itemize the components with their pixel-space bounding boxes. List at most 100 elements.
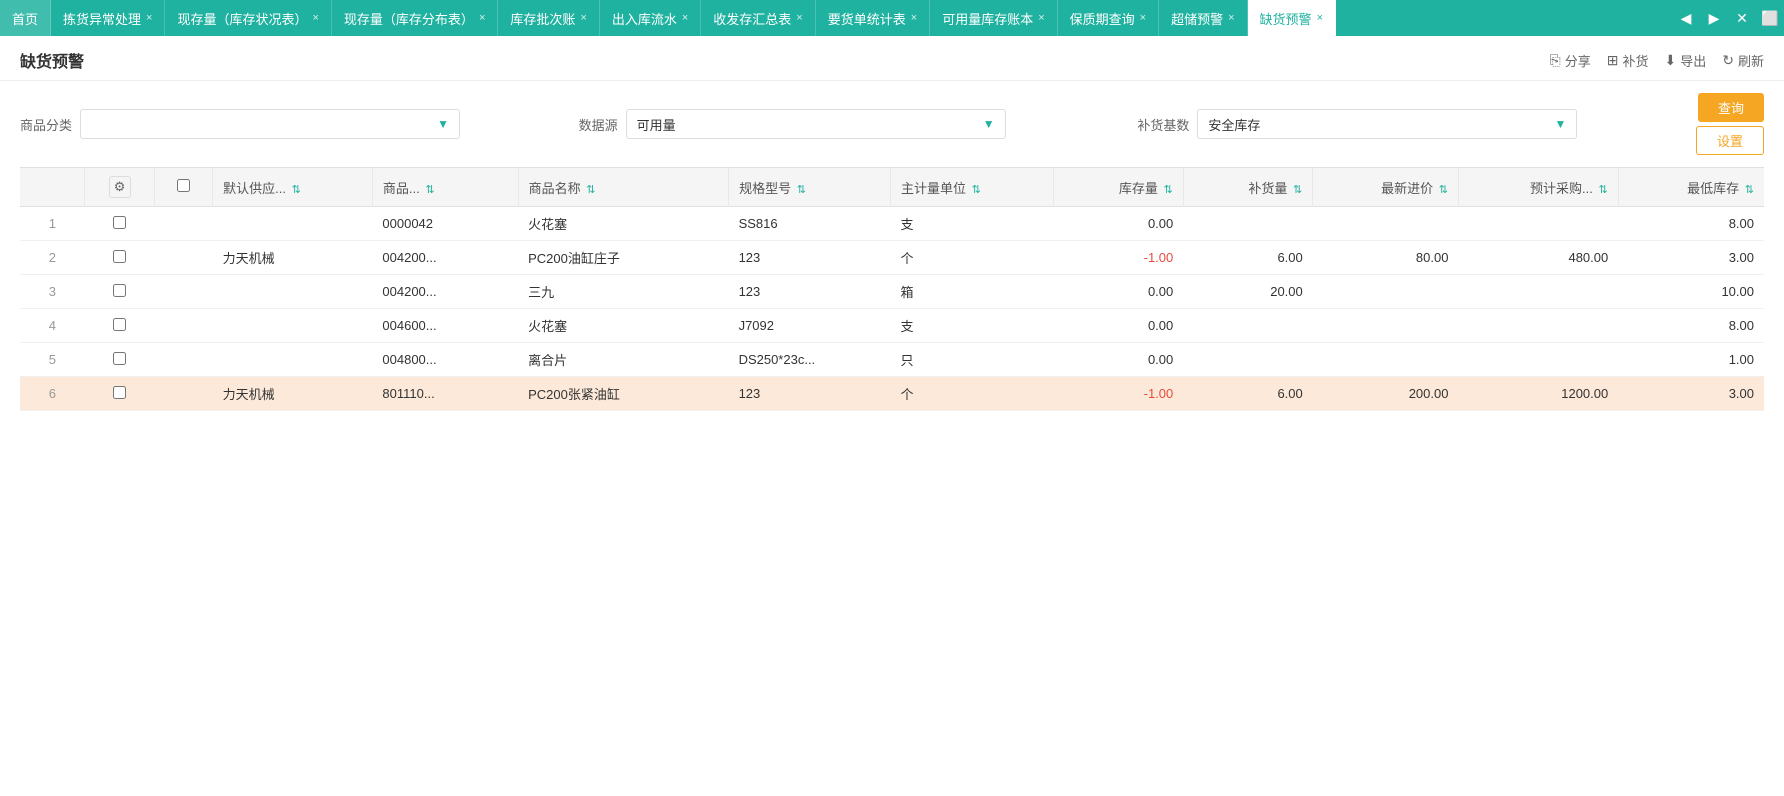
cell-supplier bbox=[213, 343, 373, 377]
tab-overstock[interactable]: 超储预警 × bbox=[1159, 0, 1247, 36]
tab-close-abnormal[interactable]: × bbox=[146, 12, 152, 24]
cell-code: 004200... bbox=[372, 275, 518, 309]
select-all-checkbox[interactable] bbox=[177, 179, 190, 192]
tab-inventory-dist[interactable]: 现存量（库存分布表） × bbox=[332, 0, 498, 36]
tab-batch-account[interactable]: 库存批次账 × bbox=[498, 0, 599, 36]
replenish-btn[interactable]: ⊞ 补货 bbox=[1607, 51, 1649, 70]
tab-close-shortage[interactable]: × bbox=[1317, 12, 1323, 24]
cell-unit: 个 bbox=[890, 241, 1053, 275]
tab-close-expiry-query[interactable]: × bbox=[1140, 12, 1146, 24]
replenish-icon: ⊞ bbox=[1607, 52, 1619, 69]
tab-expiry-query[interactable]: 保质期查询 × bbox=[1058, 0, 1159, 36]
table-row[interactable]: 4 004600... 火花塞 J7092 支 0.00 8.00 bbox=[20, 309, 1764, 343]
col-header-stock[interactable]: 库存量 ⇅ bbox=[1054, 168, 1184, 207]
col-header-forecast[interactable]: 预计采购... ⇅ bbox=[1458, 168, 1618, 207]
category-select[interactable]: ▼ bbox=[80, 109, 460, 139]
table-row[interactable]: 3 004200... 三九 123 箱 0.00 20.00 10.00 bbox=[20, 275, 1764, 309]
export-btn[interactable]: ⬇ 导出 bbox=[1665, 51, 1707, 70]
cell-checkbox[interactable] bbox=[85, 241, 155, 275]
col-header-price[interactable]: 最新进价 ⇅ bbox=[1313, 168, 1459, 207]
col-header-minstock[interactable]: 最低库存 ⇅ bbox=[1618, 168, 1764, 207]
cell-actions bbox=[154, 207, 212, 241]
tab-available-ledger[interactable]: 可用量库存账本 × bbox=[930, 0, 1057, 36]
col-header-name[interactable]: 商品名称 ⇅ bbox=[518, 168, 728, 207]
row-checkbox[interactable] bbox=[113, 318, 126, 331]
category-dropdown-icon: ▼ bbox=[437, 117, 449, 131]
table-row[interactable]: 2 力天机械 004200... PC200油缸庄子 123 个 -1.00 6… bbox=[20, 241, 1764, 275]
tab-close-inventory-status[interactable]: × bbox=[312, 12, 318, 24]
query-button[interactable]: 查询 bbox=[1698, 93, 1764, 122]
cell-checkbox[interactable] bbox=[85, 377, 155, 411]
refresh-btn[interactable]: ↻ 刷新 bbox=[1722, 51, 1764, 70]
cell-actions bbox=[154, 275, 212, 309]
replenish-basis-select[interactable]: 安全库存 ▼ bbox=[1197, 109, 1577, 139]
tab-home[interactable]: 首页 bbox=[0, 0, 51, 36]
tab-restore-btn[interactable]: ⬜ bbox=[1756, 0, 1784, 36]
table-row[interactable]: 5 004800... 离合片 DS250*23c... 只 0.00 1.00 bbox=[20, 343, 1764, 377]
cell-forecast bbox=[1458, 275, 1618, 309]
cell-minstock: 3.00 bbox=[1618, 241, 1764, 275]
cell-spec: 123 bbox=[729, 275, 891, 309]
cell-name: PC200油缸庄子 bbox=[518, 241, 728, 275]
col-header-supplier[interactable]: 默认供应... ⇅ bbox=[213, 168, 373, 207]
cell-stock: -1.00 bbox=[1054, 377, 1184, 411]
sort-icon-minstock: ⇅ bbox=[1745, 184, 1754, 196]
col-header-unit[interactable]: 主计量单位 ⇅ bbox=[890, 168, 1053, 207]
cell-code: 004800... bbox=[372, 343, 518, 377]
export-icon: ⬇ bbox=[1665, 52, 1677, 69]
tab-close-order-stats[interactable]: × bbox=[911, 12, 917, 24]
sort-icon-stock: ⇅ bbox=[1164, 184, 1173, 196]
tab-close-collect-summary[interactable]: × bbox=[796, 12, 802, 24]
page-header: 缺货预警 ⎘ 分享 ⊞ 补货 ⬇ 导出 ↻ 刷新 bbox=[0, 36, 1784, 81]
datasource-select[interactable]: 可用量 ▼ bbox=[626, 109, 1006, 139]
replenish-basis-filter: 补货基数 安全库存 ▼ bbox=[1137, 109, 1676, 139]
row-checkbox[interactable] bbox=[113, 216, 126, 229]
cell-code: 0000042 bbox=[372, 207, 518, 241]
cell-replenish: 6.00 bbox=[1183, 377, 1313, 411]
cell-name: PC200张紧油缸 bbox=[518, 377, 728, 411]
cell-unit: 支 bbox=[890, 207, 1053, 241]
cell-checkbox[interactable] bbox=[85, 309, 155, 343]
tab-close-inventory-dist[interactable]: × bbox=[479, 12, 485, 24]
cell-stock: 0.00 bbox=[1054, 343, 1184, 377]
tab-close-all-btn[interactable]: ✕ bbox=[1728, 0, 1756, 36]
tab-close-overstock[interactable]: × bbox=[1228, 12, 1234, 24]
row-checkbox[interactable] bbox=[113, 250, 126, 263]
tab-shortage[interactable]: 缺货预警 × bbox=[1248, 0, 1336, 36]
tab-collect-summary[interactable]: 收发存汇总表 × bbox=[701, 0, 815, 36]
tab-inventory-status[interactable]: 现存量（库存状况表） × bbox=[165, 0, 331, 36]
cell-checkbox[interactable] bbox=[85, 207, 155, 241]
tab-close-available-ledger[interactable]: × bbox=[1038, 12, 1044, 24]
cell-price: 80.00 bbox=[1313, 241, 1459, 275]
cell-spec: SS816 bbox=[729, 207, 891, 241]
col-header-spec[interactable]: 规格型号 ⇅ bbox=[729, 168, 891, 207]
col-header-replenish[interactable]: 补货量 ⇅ bbox=[1183, 168, 1313, 207]
col-header-checkbox: ⚙ bbox=[85, 168, 155, 207]
share-btn[interactable]: ⎘ 分享 bbox=[1550, 51, 1591, 70]
cell-checkbox[interactable] bbox=[85, 275, 155, 309]
col-header-select-all[interactable] bbox=[154, 168, 212, 207]
cell-actions bbox=[154, 309, 212, 343]
cell-name: 火花塞 bbox=[518, 309, 728, 343]
settings-button[interactable]: 设置 bbox=[1696, 126, 1764, 155]
cell-supplier: 力天机械 bbox=[213, 241, 373, 275]
row-checkbox[interactable] bbox=[113, 386, 126, 399]
table-settings-gear[interactable]: ⚙ bbox=[109, 176, 131, 198]
tab-close-batch-account[interactable]: × bbox=[580, 12, 586, 24]
cell-supplier: 力天机械 bbox=[213, 377, 373, 411]
table-row[interactable]: 6 力天机械 801110... PC200张紧油缸 123 个 -1.00 6… bbox=[20, 377, 1764, 411]
sort-icon-unit: ⇅ bbox=[972, 184, 981, 196]
row-checkbox[interactable] bbox=[113, 284, 126, 297]
tab-prev-btn[interactable]: ◀ bbox=[1672, 0, 1700, 36]
cell-unit: 只 bbox=[890, 343, 1053, 377]
cell-forecast bbox=[1458, 309, 1618, 343]
tab-abnormal[interactable]: 拣货异常处理 × bbox=[51, 0, 165, 36]
col-header-code[interactable]: 商品... ⇅ bbox=[372, 168, 518, 207]
tab-inout-flow[interactable]: 出入库流水 × bbox=[600, 0, 701, 36]
tab-close-inout-flow[interactable]: × bbox=[682, 12, 688, 24]
cell-checkbox[interactable] bbox=[85, 343, 155, 377]
row-checkbox[interactable] bbox=[113, 352, 126, 365]
tab-next-btn[interactable]: ▶ bbox=[1700, 0, 1728, 36]
table-row[interactable]: 1 0000042 火花塞 SS816 支 0.00 8.00 bbox=[20, 207, 1764, 241]
tab-order-stats[interactable]: 要货单统计表 × bbox=[816, 0, 930, 36]
